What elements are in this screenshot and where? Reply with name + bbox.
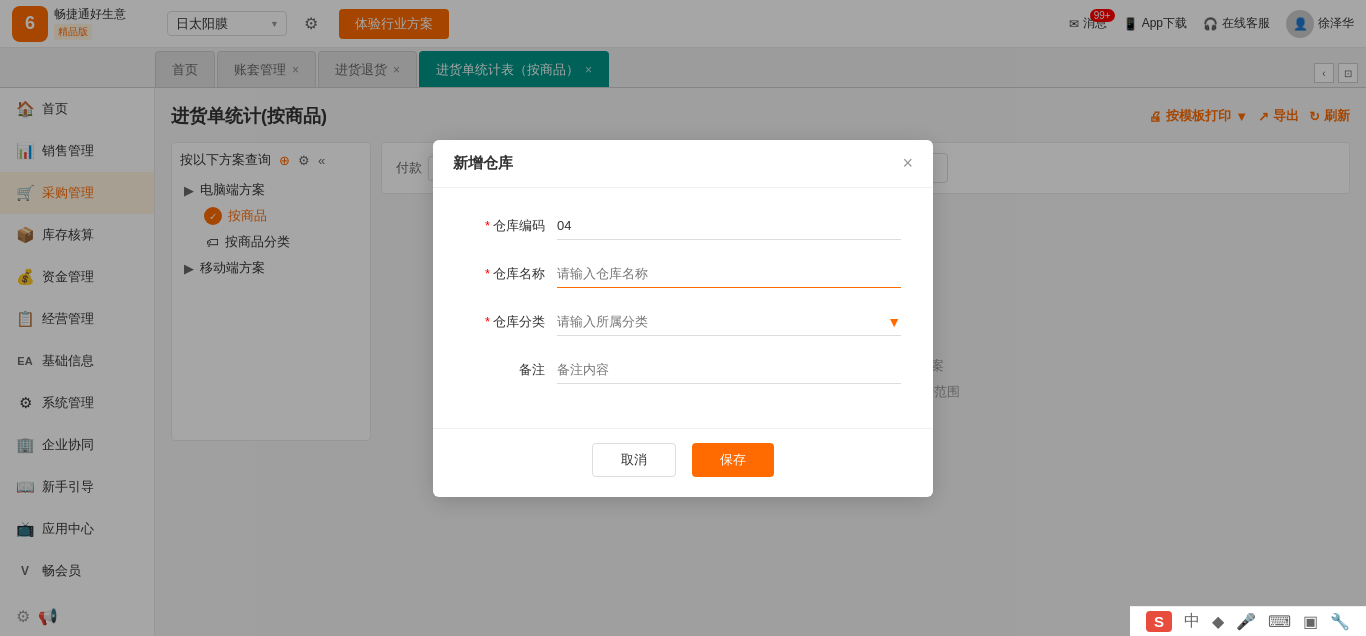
name-label: 仓库名称: [465, 265, 545, 283]
code-label: 仓库编码: [465, 217, 545, 235]
category-label: 仓库分类: [465, 313, 545, 331]
category-input[interactable]: [557, 308, 901, 336]
modal-header: 新增仓库 ×: [433, 140, 933, 188]
remark-input[interactable]: [557, 356, 901, 384]
layout-icon[interactable]: ▣: [1303, 612, 1318, 631]
tools-icon[interactable]: 🔧: [1330, 612, 1350, 631]
code-input[interactable]: [557, 212, 901, 240]
form-row-code: 仓库编码: [465, 212, 901, 240]
save-button[interactable]: 保存: [692, 443, 774, 477]
remark-label: 备注: [465, 361, 545, 379]
dot-icon: ◆: [1212, 612, 1224, 631]
form-row-category: 仓库分类 ▼: [465, 308, 901, 336]
form-row-remark: 备注: [465, 356, 901, 384]
cancel-button[interactable]: 取消: [592, 443, 676, 477]
modal-overlay: 新增仓库 × 仓库编码 仓库名称 仓库分类 ▼: [0, 0, 1366, 636]
chinese-input-label: 中: [1184, 611, 1200, 632]
bottom-bar: S 中 ◆ 🎤 ⌨ ▣ 🔧: [1130, 606, 1366, 636]
modal-dialog: 新增仓库 × 仓库编码 仓库名称 仓库分类 ▼: [433, 140, 933, 497]
modal-body: 仓库编码 仓库名称 仓库分类 ▼ 备注: [433, 188, 933, 428]
s-logo: S: [1146, 611, 1172, 632]
category-dropdown-icon[interactable]: ▼: [887, 314, 901, 330]
name-input[interactable]: [557, 260, 901, 288]
modal-footer: 取消 保存: [433, 428, 933, 497]
modal-close-btn[interactable]: ×: [902, 154, 913, 172]
microphone-icon[interactable]: 🎤: [1236, 612, 1256, 631]
keyboard-icon[interactable]: ⌨: [1268, 612, 1291, 631]
category-input-wrap: ▼: [557, 308, 901, 336]
form-row-name: 仓库名称: [465, 260, 901, 288]
modal-title: 新增仓库: [453, 154, 513, 173]
